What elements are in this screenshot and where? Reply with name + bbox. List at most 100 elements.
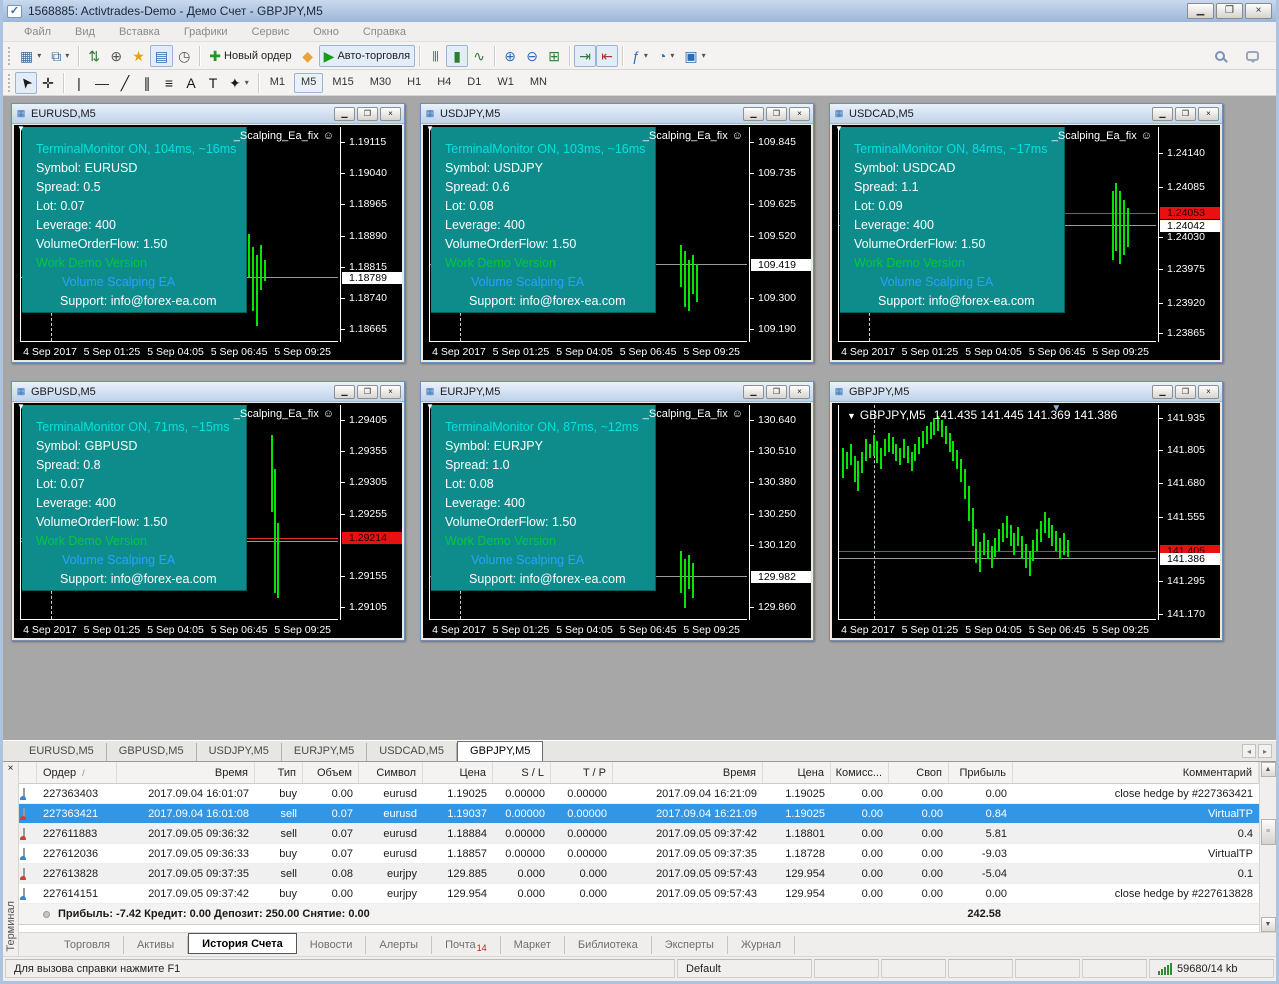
chart-window-usdjpy-m5[interactable]: ▦ USDJPY,M5 ▁ ❐ × TerminalMonitor ON, 103ms, … — [420, 103, 814, 363]
trendline-button[interactable]: ╱ — [114, 72, 136, 94]
scroll-up-icon[interactable]: ▲ — [1260, 762, 1276, 777]
indicators-button[interactable]: ƒ ▾ — [627, 45, 653, 67]
terminal-tab-эксперты[interactable]: Эксперты — [652, 935, 728, 954]
minimize-button[interactable]: ▁ — [1187, 3, 1214, 19]
column-header-11[interactable]: Своп — [889, 762, 949, 783]
column-header-3[interactable]: Объем — [303, 762, 359, 783]
timeframe-h1-button[interactable]: H1 — [400, 73, 428, 93]
time-axis[interactable]: 4 Sep 2017 5 Sep 01:25 5 Sep 04:05 5 Sep 06… — [429, 344, 747, 360]
chart-window-usdcad-m5[interactable]: ▦ USDCAD,M5 ▁ ❐ × TerminalMonitor ON, 84ms, ~… — [829, 103, 1223, 363]
chart-close-button[interactable]: × — [1198, 106, 1219, 121]
scroll-tabs-left-icon[interactable]: ◂ — [1242, 744, 1256, 758]
chart-minimize-button[interactable]: ▁ — [743, 384, 764, 399]
chart-close-button[interactable]: × — [789, 106, 810, 121]
new-chart-button[interactable]: ▦ ▾ — [15, 45, 46, 67]
price-scale[interactable]: 130.640 130.510 130.380 130.250 130.120 129.8… — [749, 405, 811, 620]
timeframe-mn-button[interactable]: MN — [523, 73, 554, 93]
chart-window-titlebar[interactable]: ▦ USDCAD,M5 ▁ ❐ × — [830, 104, 1222, 124]
periods-button[interactable]: ◔ ▾ — [653, 45, 679, 67]
status-profile[interactable]: Default — [677, 959, 812, 978]
table-row[interactable]: 227611883 2017.09.05 09:36:32 sell 0.07 euru… — [19, 824, 1259, 844]
chart-tab-gbpjpy-m5[interactable]: GBPJPY,M5 — [457, 741, 544, 761]
chart-tab-eurusd-m5[interactable]: EURUSD,M5 — [17, 743, 107, 761]
price-scale[interactable]: 109.845 109.735 109.625 109.520 109.300 109.1… — [749, 127, 811, 342]
chart-minimize-button[interactable]: ▁ — [1152, 384, 1173, 399]
vertical-line-button[interactable]: | — [68, 72, 90, 94]
chart-window-gbpusd-m5[interactable]: ▦ GBPUSD,M5 ▁ ❐ × TerminalMonitor ON, 71ms, ~… — [11, 381, 405, 641]
menu-item-6[interactable]: Справка — [352, 24, 417, 40]
chart-restore-button[interactable]: ❐ — [357, 384, 378, 399]
timeframe-d1-button[interactable]: D1 — [460, 73, 488, 93]
table-row[interactable]: 227614151 2017.09.05 09:37:42 buy 0.00 eurjp… — [19, 884, 1259, 904]
chart-shift-button[interactable]: ⇤ — [596, 44, 619, 67]
chat-button[interactable] — [1241, 45, 1264, 67]
text-button[interactable]: A — [180, 72, 202, 94]
chart-tab-usdcad-m5[interactable]: USDCAD,M5 — [367, 743, 458, 761]
cursor-button[interactable]: ➤ — [15, 71, 37, 94]
terminal-tab-активы[interactable]: Активы — [124, 935, 189, 954]
timeframe-m1-button[interactable]: M1 — [263, 73, 292, 93]
chart-restore-button[interactable]: ❐ — [1175, 384, 1196, 399]
column-header-2[interactable]: Тип — [255, 762, 303, 783]
menu-item-0[interactable]: Файл — [13, 24, 62, 40]
scroll-down-icon[interactable]: ▼ — [1260, 917, 1276, 932]
new-order-button[interactable]: ✚ Новый ордер — [204, 45, 296, 67]
chart-close-button[interactable]: × — [1198, 384, 1219, 399]
chart-tab-gbpusd-m5[interactable]: GBPUSD,M5 — [107, 743, 197, 761]
market-watch-button[interactable]: ⇅ — [83, 45, 105, 67]
terminal-tab-маркет[interactable]: Маркет — [501, 935, 565, 954]
scrollbar-thumb[interactable]: ≡ — [1260, 819, 1276, 845]
chart-canvas[interactable]: TerminalMonitor ON, 71ms, ~15ms Symbol: G… — [14, 402, 402, 638]
time-axis[interactable]: 4 Sep 2017 5 Sep 01:25 5 Sep 04:05 5 Sep 06… — [838, 622, 1156, 638]
price-scale[interactable]: 1.19115 1.19040 1.18965 1.18890 1.18815 1.187… — [340, 127, 402, 342]
chart-close-button[interactable]: × — [789, 384, 810, 399]
menu-item-1[interactable]: Вид — [64, 24, 106, 40]
title-bar[interactable]: ✓ 1568885: Activtrades-Demo - Демо Счет … — [3, 0, 1276, 22]
text-label-button[interactable]: T — [202, 72, 224, 94]
chart-window-titlebar[interactable]: ▦ USDJPY,M5 ▁ ❐ × — [421, 104, 813, 124]
metaeditor-button[interactable]: ◆ — [297, 45, 319, 67]
timeframe-m5-button[interactable]: M5 — [294, 72, 324, 93]
terminal-panel-button[interactable]: ▤ — [149, 44, 174, 67]
toolbar-grip[interactable] — [8, 73, 12, 92]
scroll-tabs-right-icon[interactable]: ▸ — [1258, 744, 1272, 758]
chart-canvas[interactable]: ▼ GBPJPY,M5 141.435 141.445 141.369 141.38… — [832, 403, 1220, 638]
chart-minimize-button[interactable]: ▁ — [334, 384, 355, 399]
navigator-button[interactable]: ★ — [127, 45, 150, 67]
tile-windows-button[interactable]: ⊞ — [543, 45, 565, 67]
column-header-4[interactable]: Символ — [359, 762, 423, 783]
timeframe-w1-button[interactable]: W1 — [490, 73, 521, 93]
horizontal-line-button[interactable]: — — [90, 72, 114, 94]
chart-tab-usdjpy-m5[interactable]: USDJPY,M5 — [197, 743, 282, 761]
chart-window-titlebar[interactable]: ▦ GBPUSD,M5 ▁ ❐ × — [12, 382, 404, 402]
timeframe-h4-button[interactable]: H4 — [430, 73, 458, 93]
chart-restore-button[interactable]: ❐ — [357, 106, 378, 121]
arrow-objects-button[interactable]: ✦ ▾ — [224, 72, 254, 94]
chart-plot-area[interactable]: TerminalMonitor ON, 104ms, ~16ms Symbol: … — [17, 124, 338, 342]
menu-item-4[interactable]: Сервис — [241, 24, 301, 40]
column-header-9[interactable]: Цена — [763, 762, 831, 783]
terminal-tab-новости[interactable]: Новости — [297, 935, 367, 954]
crosshair-button[interactable]: ✛ — [37, 72, 59, 94]
chart-window-titlebar[interactable]: ▦ EURJPY,M5 ▁ ❐ × — [421, 382, 813, 402]
zoom-in-button[interactable]: ⊕ — [499, 45, 521, 67]
column-header-13[interactable]: Комментарий — [1013, 762, 1259, 783]
chart-window-titlebar[interactable]: ▦ GBPJPY,M5 ▁ ❐ × — [830, 382, 1222, 402]
table-row[interactable]: 227363421 2017.09.04 16:01:08 sell 0.07 euru… — [19, 804, 1259, 824]
chart-plot-area[interactable]: TerminalMonitor ON, 87ms, ~12ms Symbol: E… — [426, 402, 747, 620]
terminal-close-icon[interactable]: × — [8, 764, 14, 774]
chart-restore-button[interactable]: ❐ — [766, 384, 787, 399]
candlestick-style-button[interactable]: ▮ — [446, 44, 469, 67]
chart-plot-area[interactable]: ▼ GBPJPY,M5 141.435 141.445 141.369 141.38… — [838, 403, 1156, 620]
maximize-button[interactable]: ❐ — [1216, 3, 1243, 19]
price-scale[interactable]: 1.24140 1.24085 1.24030 1.23975 1.23920 1.238… — [1158, 127, 1220, 342]
fibonacci-button[interactable]: ≡ — [158, 72, 180, 94]
menu-item-3[interactable]: Графики — [173, 24, 239, 40]
chart-window-eurjpy-m5[interactable]: ▦ EURJPY,M5 ▁ ❐ × TerminalMonitor ON, 87ms, ~… — [420, 381, 814, 641]
terminal-tab-библиотека[interactable]: Библиотека — [565, 935, 652, 954]
column-header-12[interactable]: Прибыль — [949, 762, 1013, 783]
time-axis[interactable]: 4 Sep 2017 5 Sep 01:25 5 Sep 04:05 5 Sep 06… — [20, 344, 338, 360]
time-axis[interactable]: 4 Sep 2017 5 Sep 01:25 5 Sep 04:05 5 Sep 06… — [838, 344, 1156, 360]
chart-canvas[interactable]: TerminalMonitor ON, 104ms, ~16ms Symbol: … — [14, 124, 402, 360]
close-button[interactable]: × — [1245, 3, 1272, 19]
